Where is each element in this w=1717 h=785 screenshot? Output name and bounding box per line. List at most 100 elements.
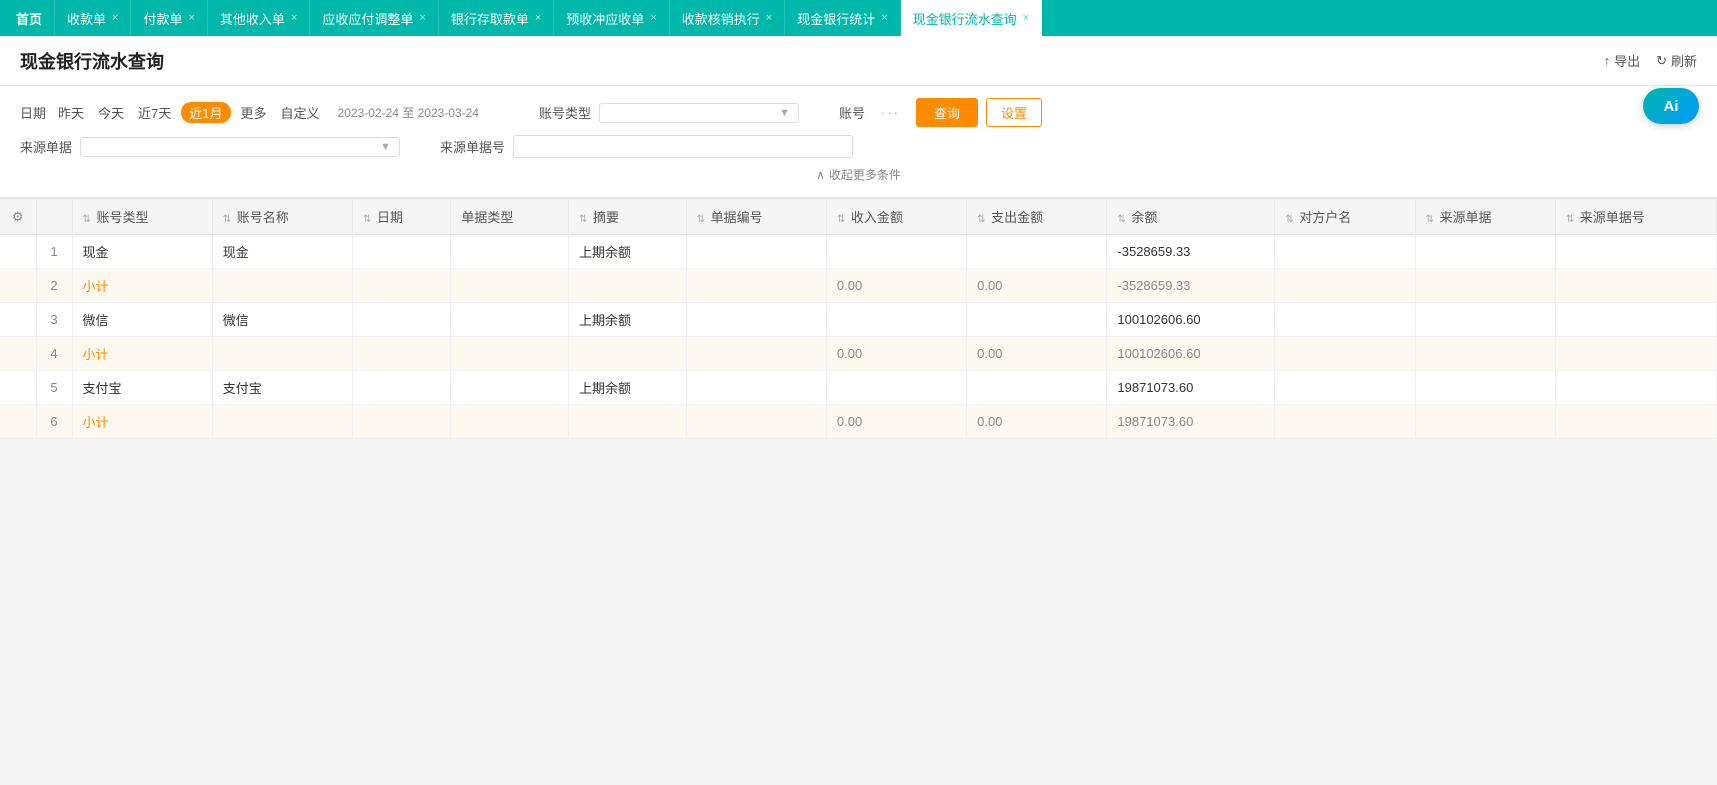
date-opt-today[interactable]: 今天 xyxy=(94,102,128,123)
col-account-type[interactable]: ⇅ 账号类型 xyxy=(72,199,212,235)
source-doc-num-input[interactable] xyxy=(513,135,853,158)
close-icon[interactable]: × xyxy=(112,12,118,24)
nav-tab-1[interactable]: 付款单 × xyxy=(131,0,207,36)
date-options: 昨天 今天 近7天 近1月 更多 自定义 xyxy=(54,102,324,123)
row-doc-type xyxy=(451,405,569,439)
account-label: 账号 xyxy=(839,103,865,122)
sort-icon: ⇅ xyxy=(363,214,371,225)
row-index-cell: 6 xyxy=(36,405,72,439)
filter-row-1: 日期 昨天 今天 近7天 近1月 更多 自定义 2023-02-24 至 202… xyxy=(20,98,1697,127)
row-date xyxy=(353,405,451,439)
col-income[interactable]: ⇅ 收入金额 xyxy=(826,199,966,235)
row-income: 0.00 xyxy=(826,405,966,439)
close-icon[interactable]: × xyxy=(419,12,425,24)
nav-tab-5[interactable]: 预收冲应收单 × xyxy=(554,0,669,36)
col-source-doc[interactable]: ⇅ 来源单据 xyxy=(1415,199,1555,235)
date-opt-more[interactable]: 更多 xyxy=(237,102,271,123)
row-index-cell: 3 xyxy=(36,303,72,337)
col-date[interactable]: ⇅ 日期 xyxy=(353,199,451,235)
close-icon[interactable]: × xyxy=(291,12,297,24)
row-doc-number xyxy=(686,371,826,405)
row-source-doc xyxy=(1415,405,1555,439)
row-account-name xyxy=(212,269,352,303)
account-type-select[interactable]: ▼ xyxy=(599,103,799,123)
nav-tab-8[interactable]: 现金银行流水查询 × xyxy=(901,0,1042,36)
row-income xyxy=(826,235,966,269)
row-doc-type xyxy=(451,269,569,303)
sort-icon: ⇅ xyxy=(579,214,587,225)
header-actions: ↑ 导出 ↻ 刷新 xyxy=(1604,51,1697,70)
row-gear-cell xyxy=(0,405,36,439)
col-summary[interactable]: ⇅ 摘要 xyxy=(569,199,687,235)
query-button[interactable]: 查询 xyxy=(916,98,978,127)
export-button[interactable]: ↑ 导出 xyxy=(1604,51,1641,70)
close-icon[interactable]: × xyxy=(766,12,772,24)
nav-tab-2[interactable]: 其他收入单 × xyxy=(208,0,310,36)
source-doc-label: 来源单据 xyxy=(20,137,72,156)
account-dots[interactable]: ··· xyxy=(881,105,900,120)
refresh-button[interactable]: ↻ 刷新 xyxy=(1656,51,1697,70)
nav-tab-3[interactable]: 应收应付调整单 × xyxy=(310,0,438,36)
nav-tab-4[interactable]: 银行存取款单 × xyxy=(439,0,554,36)
nav-tab-7[interactable]: 现金银行统计 × xyxy=(785,0,900,36)
row-date xyxy=(353,303,451,337)
row-doc-number xyxy=(686,235,826,269)
row-summary xyxy=(569,405,687,439)
table-row: 3微信微信上期余额100102606.60 xyxy=(0,303,1717,337)
row-counterparty xyxy=(1275,371,1415,405)
top-navigation: 首页 收款单 × 付款单 × 其他收入单 × 应收应付调整单 × 银行存取款单 … xyxy=(0,0,1717,36)
close-icon[interactable]: × xyxy=(1023,12,1029,24)
row-summary xyxy=(569,337,687,371)
row-balance: 100102606.60 xyxy=(1107,337,1275,371)
date-opt-1month[interactable]: 近1月 xyxy=(181,102,230,123)
row-source-doc xyxy=(1415,371,1555,405)
date-opt-custom[interactable]: 自定义 xyxy=(277,102,324,123)
row-date xyxy=(353,269,451,303)
row-doc-type xyxy=(451,337,569,371)
sort-icon: ⇅ xyxy=(1566,214,1574,225)
row-account-type: 小计 xyxy=(72,337,212,371)
table-header-row: ⚙ ⇅ 账号类型 ⇅ 账号名称 ⇅ 日期 单据类型 xyxy=(0,199,1717,235)
row-source-doc-num xyxy=(1555,371,1716,405)
row-account-type: 小计 xyxy=(72,405,212,439)
row-counterparty xyxy=(1275,269,1415,303)
row-account-name: 支付宝 xyxy=(212,371,352,405)
page-title: 现金银行流水查询 xyxy=(20,48,164,74)
sort-icon: ⇅ xyxy=(1426,214,1434,225)
row-source-doc xyxy=(1415,337,1555,371)
sort-icon: ⇅ xyxy=(837,214,845,225)
close-icon[interactable]: × xyxy=(881,12,887,24)
sort-icon: ⇅ xyxy=(977,214,985,225)
col-balance[interactable]: ⇅ 余额 xyxy=(1107,199,1275,235)
close-icon[interactable]: × xyxy=(535,12,541,24)
row-source-doc xyxy=(1415,303,1555,337)
settings-button[interactable]: 设置 xyxy=(986,98,1042,127)
nav-tab-0[interactable]: 收款单 × xyxy=(55,0,131,36)
close-icon[interactable]: × xyxy=(188,12,194,24)
row-date xyxy=(353,337,451,371)
nav-tab-6[interactable]: 收款核销执行 × xyxy=(670,0,785,36)
row-balance: 19871073.60 xyxy=(1107,405,1275,439)
table-row: 4小计0.000.00100102606.60 xyxy=(0,337,1717,371)
col-gear[interactable]: ⚙ xyxy=(0,199,36,235)
row-account-name xyxy=(212,337,352,371)
row-source-doc-num xyxy=(1555,337,1716,371)
col-source-doc-num[interactable]: ⇅ 来源单据号 xyxy=(1555,199,1716,235)
col-expense[interactable]: ⇅ 支出金额 xyxy=(967,199,1107,235)
row-summary: 上期余额 xyxy=(569,303,687,337)
date-opt-yesterday[interactable]: 昨天 xyxy=(54,102,88,123)
col-doc-number[interactable]: ⇅ 单据编号 xyxy=(686,199,826,235)
source-doc-select[interactable]: ▼ xyxy=(80,137,400,157)
nav-home[interactable]: 首页 xyxy=(4,0,55,36)
row-income: 0.00 xyxy=(826,269,966,303)
ai-assistant-button[interactable]: Ai xyxy=(1643,88,1699,124)
gear-icon[interactable]: ⚙ xyxy=(12,209,24,224)
close-icon[interactable]: × xyxy=(650,12,656,24)
col-account-name[interactable]: ⇅ 账号名称 xyxy=(212,199,352,235)
collapse-bar[interactable]: ∧ 收起更多条件 xyxy=(20,162,1697,189)
row-source-doc-num xyxy=(1555,303,1716,337)
date-opt-7days[interactable]: 近7天 xyxy=(134,102,175,123)
col-counterparty[interactable]: ⇅ 对方户名 xyxy=(1275,199,1415,235)
chevron-down-icon: ▼ xyxy=(779,107,790,119)
sort-icon: ⇅ xyxy=(1117,214,1125,225)
